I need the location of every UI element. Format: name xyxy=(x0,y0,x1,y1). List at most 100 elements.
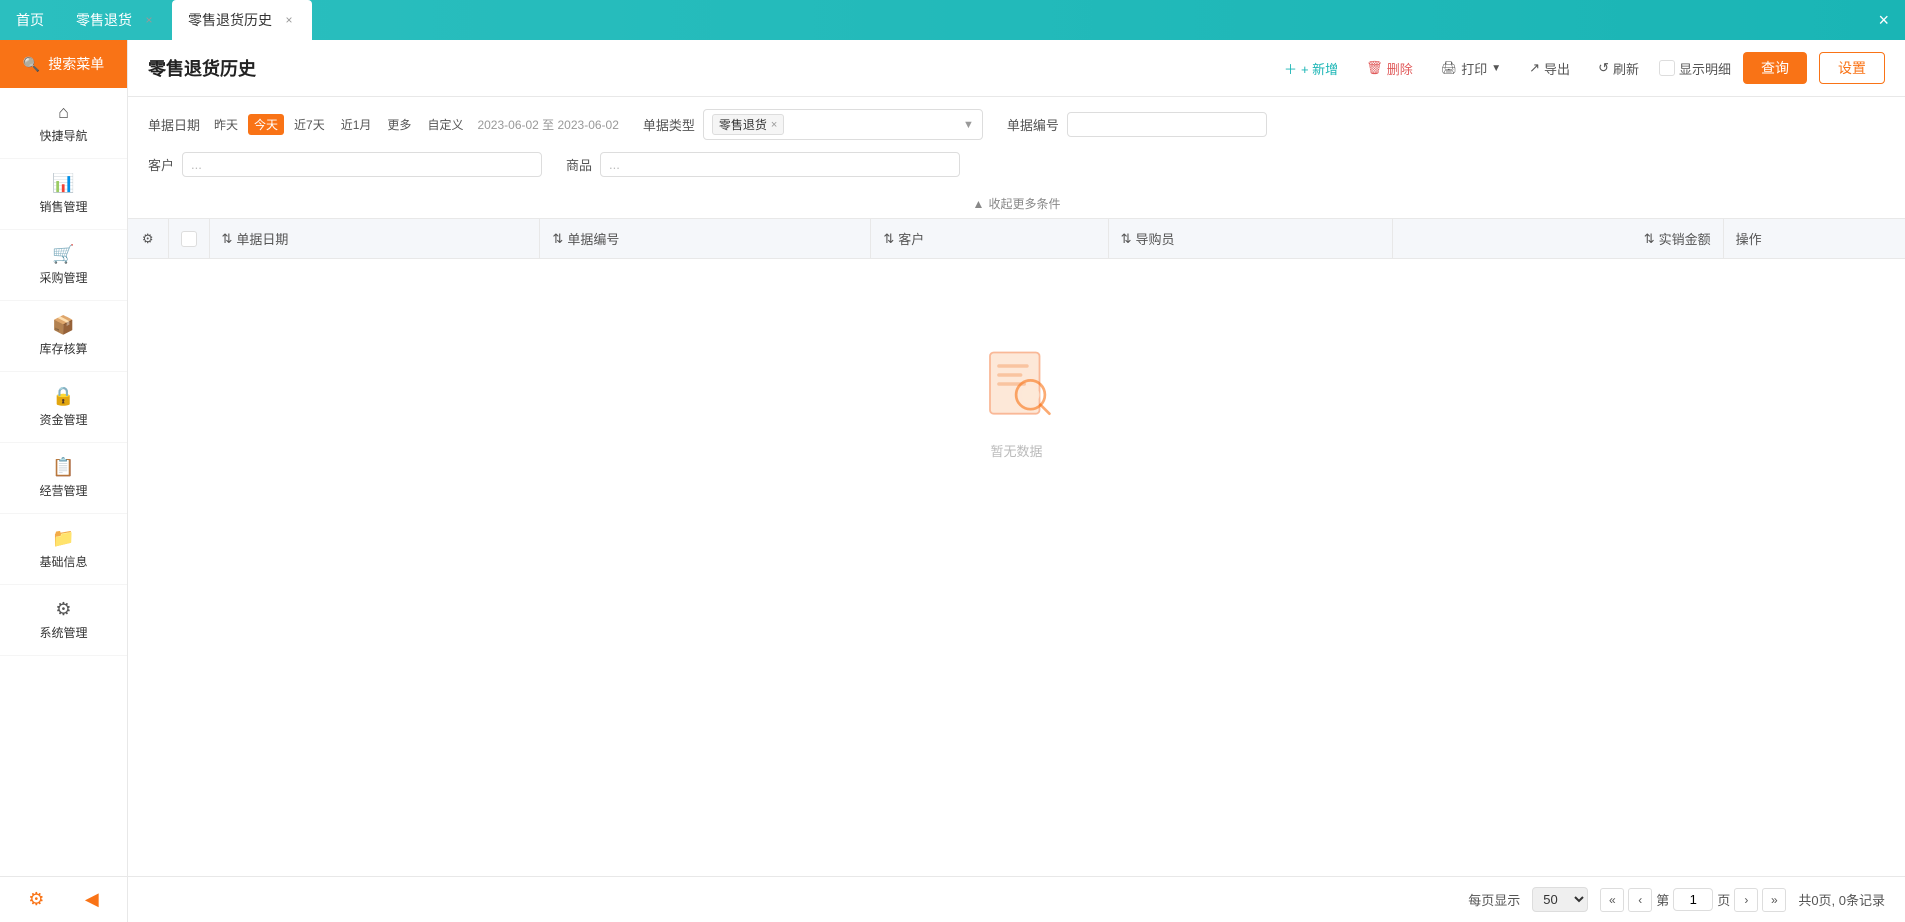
tab-retail-return-history-close[interactable]: × xyxy=(282,13,296,27)
sidebar-item-sales-label: 销售管理 xyxy=(39,198,87,215)
sidebar-item-operations[interactable]: 📋 经营管理 xyxy=(0,443,127,514)
date-btn-today[interactable]: 今天 xyxy=(248,114,284,135)
th-amount[interactable]: ⇅ 实销金额 xyxy=(1392,219,1723,259)
print-label: 打印 xyxy=(1461,59,1487,78)
date-btn-1month[interactable]: 近1月 xyxy=(335,114,378,135)
print-arrow-icon: ▼ xyxy=(1491,63,1501,74)
last-page-button[interactable]: » xyxy=(1762,888,1786,912)
per-page-label: 每页显示 xyxy=(1468,890,1520,909)
page-input[interactable] xyxy=(1673,888,1713,911)
tab-home-label: 首页 xyxy=(16,10,44,30)
window-close-button[interactable]: × xyxy=(1862,10,1905,31)
page-title: 零售退货历史 xyxy=(148,55,256,81)
th-checkbox xyxy=(168,219,209,259)
new-button[interactable]: ＋ + 新增 xyxy=(1276,55,1346,82)
date-shortcuts: 昨天 今天 近7天 近1月 更多 自定义 xyxy=(208,114,469,135)
tab-retail-return-history-label: 零售退货历史 xyxy=(188,10,272,30)
type-select[interactable]: 零售退货 × ▼ xyxy=(703,109,983,140)
tab-retail-return-history[interactable]: 零售退货历史 × xyxy=(172,0,312,40)
operations-icon: 📋 xyxy=(52,457,74,478)
type-tag-close[interactable]: × xyxy=(771,119,777,131)
filter-row-2: 客户 ... 商品 ... xyxy=(148,152,1885,177)
prev-page-button[interactable]: ‹ xyxy=(1628,888,1652,912)
delete-button[interactable]: 🗑 删除 xyxy=(1358,55,1421,82)
export-button[interactable]: ↗ 导出 xyxy=(1521,55,1578,82)
sidebar-item-quick-nav-label: 快捷导航 xyxy=(39,127,87,144)
date-filter-label: 单据日期 xyxy=(148,115,200,134)
refresh-icon: ↺ xyxy=(1598,60,1609,76)
sidebar-item-system[interactable]: ⚙ 系统管理 xyxy=(0,585,127,656)
tab-retail-return[interactable]: 零售退货 × xyxy=(60,0,172,40)
page-label: 第 xyxy=(1656,890,1669,909)
order-no-filter: 单据编号 xyxy=(1007,112,1267,137)
type-filter: 单据类型 零售退货 × ▼ xyxy=(643,109,983,140)
sidebar-item-inventory-label: 库存核算 xyxy=(39,340,87,357)
date-btn-more[interactable]: 更多 xyxy=(381,114,417,135)
type-tag: 零售退货 × xyxy=(712,114,784,135)
th-date[interactable]: ⇅ 单据日期 xyxy=(209,219,540,259)
goods-filter: 商品 ... xyxy=(566,152,960,177)
tab-home[interactable]: 首页 xyxy=(0,0,60,40)
collapse-sidebar-icon[interactable]: ◀ xyxy=(85,889,99,910)
collapse-label: 收起更多条件 xyxy=(988,195,1060,212)
new-icon: ＋ xyxy=(1284,59,1297,78)
customer-filter: 客户 ... xyxy=(148,152,542,177)
next-page-button[interactable]: › xyxy=(1734,888,1758,912)
sales-icon: 📊 xyxy=(52,173,74,194)
settings-icon[interactable]: ⚙ xyxy=(142,231,154,246)
page-header: 零售退货历史 ＋ + 新增 🗑 删除 🖨 打印 ▼ ↗ 导出 xyxy=(128,40,1905,97)
query-button[interactable]: 查询 xyxy=(1743,52,1807,84)
select-all-checkbox[interactable] xyxy=(181,231,197,247)
sidebar-item-inventory[interactable]: 📦 库存核算 xyxy=(0,301,127,372)
system-icon: ⚙ xyxy=(55,599,71,620)
sidebar-item-quick-nav[interactable]: ⌂ 快捷导航 xyxy=(0,88,127,159)
empty-row: 暂无数据 xyxy=(128,259,1905,541)
date-btn-7days[interactable]: 近7天 xyxy=(288,114,331,135)
th-date-text: 单据日期 xyxy=(236,229,288,248)
customer-select[interactable]: ... xyxy=(182,152,542,177)
sidebar-item-finance[interactable]: 🔒 资金管理 xyxy=(0,372,127,443)
empty-state: 暂无数据 xyxy=(128,259,1905,540)
sidebar-item-basic-info-label: 基础信息 xyxy=(39,553,87,570)
finance-icon: 🔒 xyxy=(52,386,74,407)
th-settings[interactable]: ⚙ xyxy=(128,219,168,259)
th-customer[interactable]: ⇅ 客户 xyxy=(871,219,1108,259)
delete-label: 删除 xyxy=(1387,59,1413,78)
display-detail-checkbox[interactable]: 显示明细 xyxy=(1659,59,1731,78)
goods-placeholder: ... xyxy=(609,157,620,172)
refresh-label: 刷新 xyxy=(1613,59,1639,78)
order-no-label: 单据编号 xyxy=(1007,115,1059,134)
settings-bottom-icon[interactable]: ⚙ xyxy=(28,889,44,910)
first-page-button[interactable]: « xyxy=(1600,888,1624,912)
inventory-icon: 📦 xyxy=(52,315,74,336)
th-order-no-sort: ⇅ xyxy=(552,231,563,247)
date-filter: 单据日期 昨天 今天 近7天 近1月 更多 自定义 2023-06-02 至 2… xyxy=(148,114,619,135)
goods-select[interactable]: ... xyxy=(600,152,960,177)
collapse-filter-button[interactable]: ▲ 收起更多条件 xyxy=(973,189,1061,218)
refresh-button[interactable]: ↺ 刷新 xyxy=(1590,55,1647,82)
customer-label: 客户 xyxy=(148,155,174,174)
th-guide[interactable]: ⇅ 导购员 xyxy=(1108,219,1392,259)
date-btn-yesterday[interactable]: 昨天 xyxy=(208,114,244,135)
th-customer-text: 客户 xyxy=(898,229,924,248)
print-button[interactable]: 🖨 打印 ▼ xyxy=(1433,55,1509,82)
sidebar-item-sales[interactable]: 📊 销售管理 xyxy=(0,159,127,230)
date-btn-custom[interactable]: 自定义 xyxy=(421,114,469,135)
th-amount-sort: ⇅ xyxy=(1644,231,1655,247)
sidebar-search-button[interactable]: 🔍 搜索菜单 xyxy=(0,40,127,88)
per-page-select[interactable]: 50 10 20 100 xyxy=(1532,887,1588,912)
tab-retail-return-close[interactable]: × xyxy=(142,13,156,27)
order-no-input[interactable] xyxy=(1067,112,1267,137)
th-customer-sort: ⇅ xyxy=(883,231,894,247)
th-action-text: 操作 xyxy=(1736,232,1762,247)
filter-area: 单据日期 昨天 今天 近7天 近1月 更多 自定义 2023-06-02 至 2… xyxy=(128,97,1905,219)
th-order-no-text: 单据编号 xyxy=(567,229,619,248)
page-nav: « ‹ 第 页 › » xyxy=(1600,888,1786,912)
sidebar-item-basic-info[interactable]: 📁 基础信息 xyxy=(0,514,127,585)
display-detail-check[interactable] xyxy=(1659,60,1675,76)
th-order-no[interactable]: ⇅ 单据编号 xyxy=(540,219,871,259)
setting-button[interactable]: 设置 xyxy=(1819,52,1885,84)
sidebar-item-purchase[interactable]: 🛒 采购管理 xyxy=(0,230,127,301)
table-container: ⚙ ⇅ 单据日期 ⇅ xyxy=(128,219,1905,876)
purchase-icon: 🛒 xyxy=(52,244,74,265)
